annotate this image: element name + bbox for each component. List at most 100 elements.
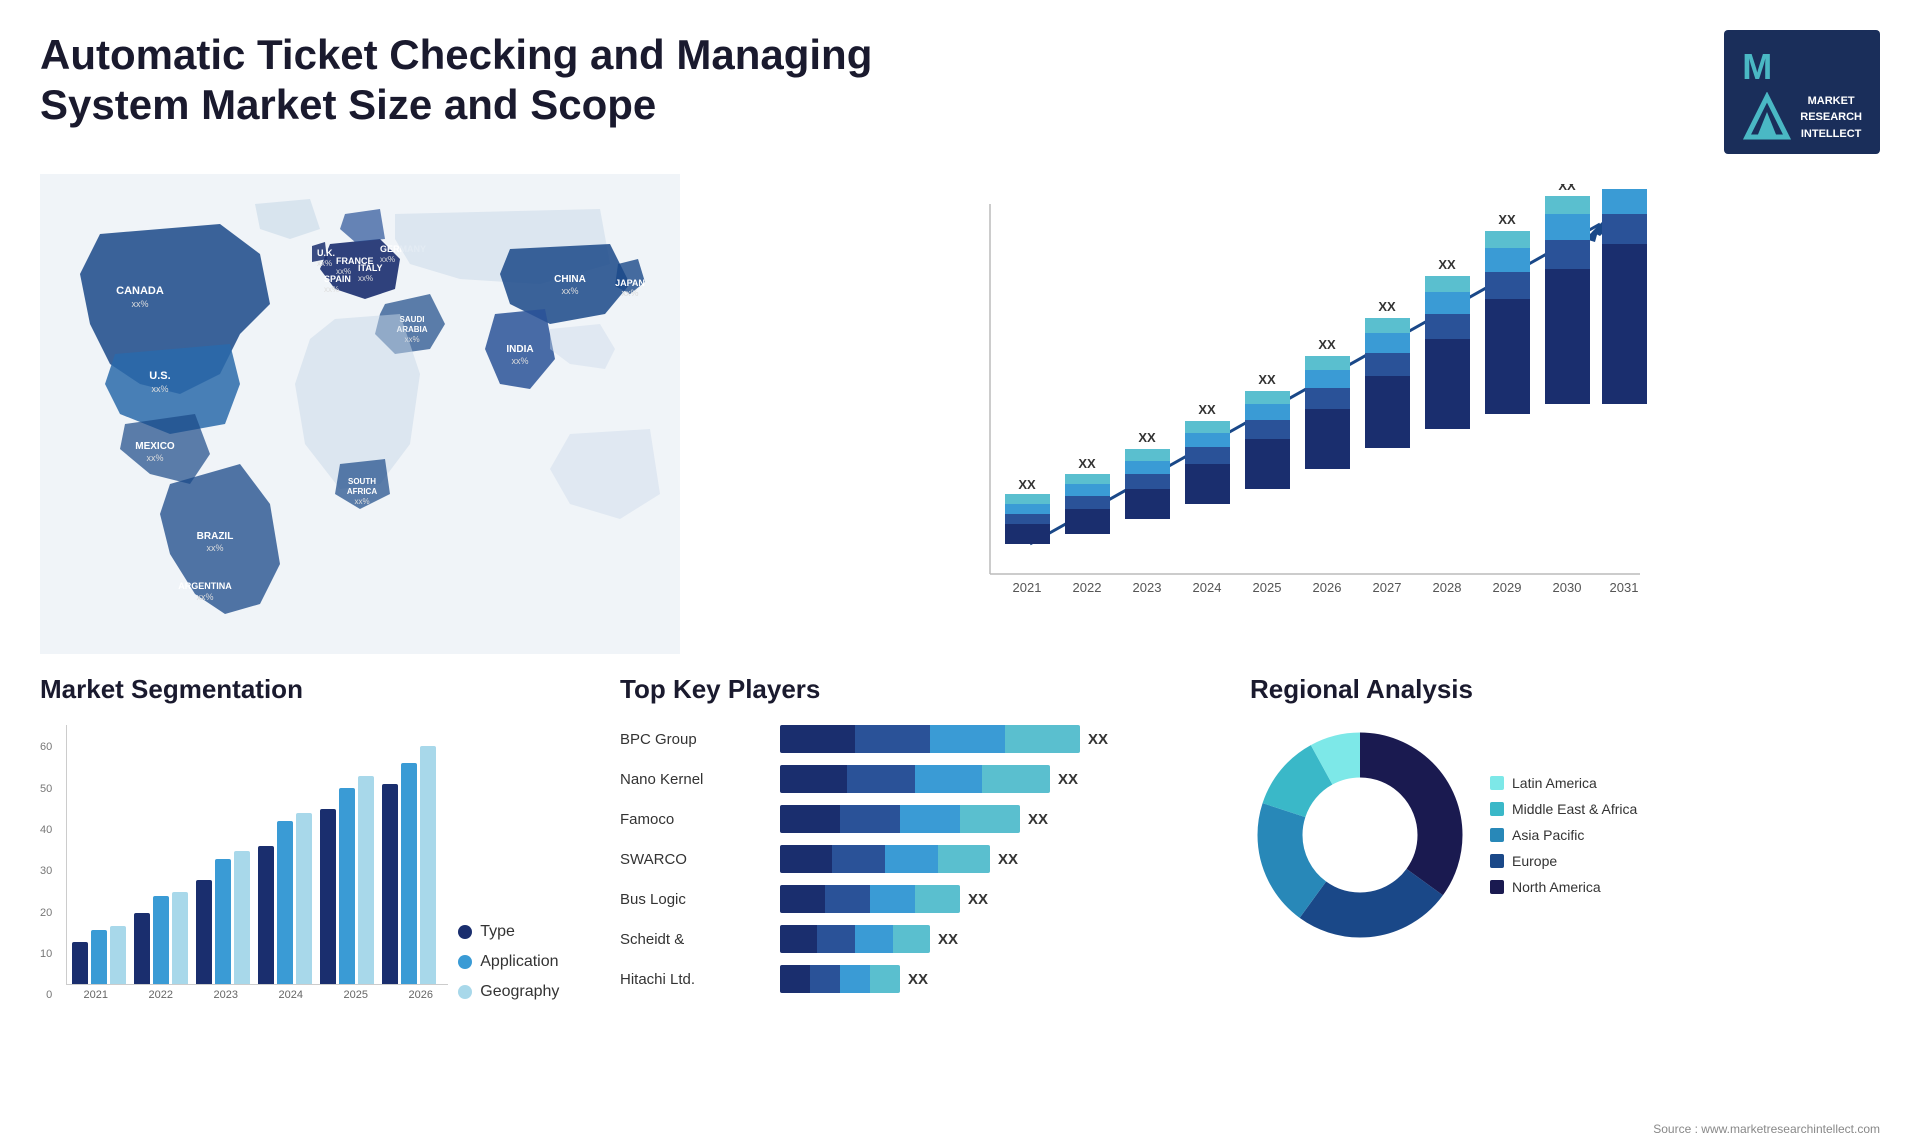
player-bar-row-5: XX (780, 925, 1220, 953)
seg-year-2024 (258, 813, 312, 984)
svg-text:2026: 2026 (1313, 580, 1342, 595)
legend-dot-geography (458, 985, 472, 999)
seg-year-2022 (134, 892, 188, 984)
player-xx-1: XX (1058, 771, 1078, 788)
svg-text:xx%: xx% (354, 497, 369, 506)
seg-bars (66, 725, 448, 985)
main-content: CANADA xx% U.S. xx% MEXICO xx% BRAZIL xx… (40, 174, 1880, 1001)
map-section: CANADA xx% U.S. xx% MEXICO xx% BRAZIL xx… (40, 174, 680, 654)
regional-legend: Latin America Middle East & Africa Asia … (1490, 775, 1637, 895)
player-xx-3: XX (998, 851, 1018, 868)
player-name-6: Hitachi Ltd. (620, 971, 760, 988)
player-xx-5: XX (938, 931, 958, 948)
svg-text:XX: XX (1138, 430, 1156, 445)
player-xx-0: XX (1088, 731, 1108, 748)
legend-label-application: Application (480, 953, 558, 971)
svg-text:xx%: xx% (561, 286, 578, 296)
svg-text:U.K.: U.K. (317, 248, 335, 258)
regional-title: Regional Analysis (1250, 674, 1880, 705)
player-bar-row-6: XX (780, 965, 1220, 993)
logo-box: MARKET RESEARCH INTELLECT (1724, 30, 1880, 154)
players-title: Top Key Players (620, 674, 1220, 705)
legend-dot-application (458, 955, 472, 969)
svg-text:XX: XX (1438, 257, 1456, 272)
svg-text:SOUTH: SOUTH (348, 477, 376, 486)
svg-text:ITALY: ITALY (358, 263, 383, 273)
svg-text:xx%: xx% (131, 299, 148, 309)
svg-text:U.S.: U.S. (149, 370, 170, 382)
source-text: Source : www.marketresearchintellect.com (1653, 1122, 1880, 1136)
logo-area: MARKET RESEARCH INTELLECT (1724, 30, 1880, 154)
svg-text:CANADA: CANADA (116, 285, 164, 297)
svg-text:SAUDI: SAUDI (400, 315, 425, 324)
regional-label-europe: Europe (1512, 853, 1557, 869)
logo-line2: RESEARCH (1800, 109, 1862, 126)
legend-type: Type (458, 923, 559, 941)
svg-text:2025: 2025 (1253, 580, 1282, 595)
seg-y-axis: 60 50 40 30 20 10 0 (40, 741, 56, 1001)
player-name-1: Nano Kernel (620, 771, 760, 788)
svg-text:2028: 2028 (1433, 580, 1462, 595)
players-section: Top Key Players BPC Group Nano Kernel Fa… (620, 674, 1220, 1001)
logo-line3: INTELLECT (1800, 126, 1862, 143)
svg-text:xx%: xx% (196, 592, 213, 602)
regional-legend-europe: Europe (1490, 853, 1637, 869)
seg-legend: Type Application Geography (458, 923, 559, 1001)
player-xx-6: XX (908, 971, 928, 988)
svg-text:2027: 2027 (1373, 580, 1402, 595)
bottom-content: Market Segmentation 60 50 40 30 20 10 0 (40, 674, 1880, 1001)
player-xx-2: XX (1028, 811, 1048, 828)
seg-year-2021 (72, 926, 126, 984)
regional-legend-asia-pacific: Asia Pacific (1490, 827, 1637, 843)
svg-text:2022: 2022 (1073, 580, 1102, 595)
svg-text:INDIA: INDIA (506, 344, 533, 355)
svg-text:xx%: xx% (621, 288, 638, 298)
player-name-4: Bus Logic (620, 891, 760, 908)
regional-section: Regional Analysis (1250, 674, 1880, 1001)
segmentation-section: Market Segmentation 60 50 40 30 20 10 0 (40, 674, 590, 1001)
page: Automatic Ticket Checking and Managing S… (0, 0, 1920, 1146)
svg-text:xx%: xx% (380, 255, 395, 264)
legend-label-type: Type (480, 923, 515, 941)
svg-text:2024: 2024 (1193, 580, 1222, 595)
regional-dot-latin-america (1490, 776, 1504, 790)
svg-text:xx%: xx% (324, 285, 339, 294)
header: Automatic Ticket Checking and Managing S… (40, 30, 1880, 154)
regional-dot-asia-pacific (1490, 828, 1504, 842)
regional-label-asia-pacific: Asia Pacific (1512, 827, 1584, 843)
svg-text:XX: XX (1621, 184, 1640, 187)
player-name-3: SWARCO (620, 851, 760, 868)
svg-text:XX: XX (1258, 372, 1276, 387)
regional-legend-latin-america: Latin America (1490, 775, 1637, 791)
svg-text:xx%: xx% (206, 543, 223, 553)
seg-year-2026 (382, 746, 436, 984)
player-name-5: Scheidt & (620, 931, 760, 948)
players-list: BPC Group Nano Kernel Famoco SWARCO Bus … (620, 725, 1220, 993)
regional-label-north-america: North America (1512, 879, 1601, 895)
svg-text:SPAIN: SPAIN (324, 274, 351, 284)
svg-text:2031: 2031 (1610, 580, 1639, 595)
player-bars: XX XX (780, 725, 1220, 993)
regional-dot-middle-east (1490, 802, 1504, 816)
player-names: BPC Group Nano Kernel Famoco SWARCO Bus … (620, 725, 760, 993)
svg-text:CHINA: CHINA (554, 274, 586, 285)
barchart-section: XX 2021 XX 2022 XX 2023 (720, 174, 1880, 654)
player-name-0: BPC Group (620, 731, 760, 748)
svg-text:XX: XX (1498, 212, 1516, 227)
donut-svg (1250, 725, 1470, 945)
svg-text:xx%: xx% (146, 453, 163, 463)
player-bar-row-1: XX (780, 765, 1220, 793)
svg-text:2030: 2030 (1553, 580, 1582, 595)
player-bar-row-0: XX (780, 725, 1220, 753)
svg-text:2023: 2023 (1133, 580, 1162, 595)
donut-container: Latin America Middle East & Africa Asia … (1250, 725, 1880, 945)
player-bar-row-4: XX (780, 885, 1220, 913)
svg-text:xx%: xx% (511, 356, 528, 366)
barchart-container: XX 2021 XX 2022 XX 2023 (720, 184, 1880, 644)
logo-icon (1742, 92, 1792, 142)
legend-dot-type (458, 925, 472, 939)
player-name-2: Famoco (620, 811, 760, 828)
regional-label-middle-east: Middle East & Africa (1512, 801, 1637, 817)
seg-year-2023 (196, 851, 250, 984)
regional-dot-europe (1490, 854, 1504, 868)
